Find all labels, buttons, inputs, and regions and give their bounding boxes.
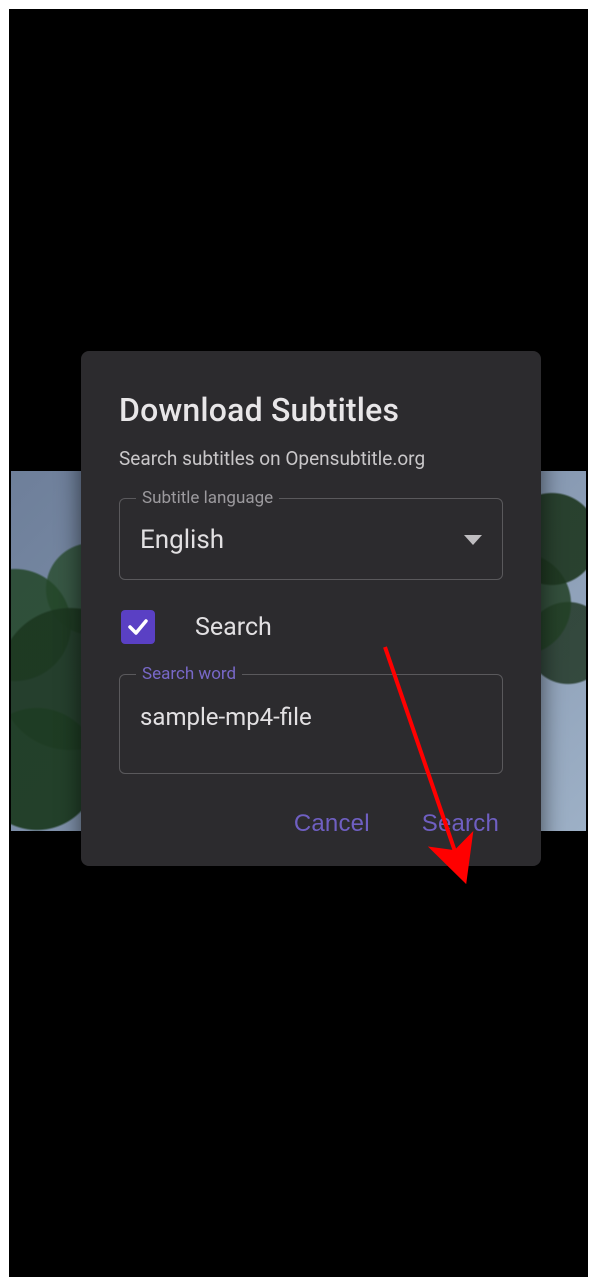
search-word-legend: Search word <box>136 664 242 684</box>
chevron-down-icon <box>464 535 482 545</box>
checkmark-icon <box>126 615 150 639</box>
search-checkbox-label: Search <box>195 613 272 642</box>
subtitle-language-legend: Subtitle language <box>136 488 279 508</box>
search-word-input[interactable]: Search word sample-mp4-file <box>119 674 503 774</box>
search-checkbox[interactable] <box>121 610 155 644</box>
app-frame: Download Subtitles Search subtitles on O… <box>9 9 588 1277</box>
dialog-button-row: Cancel Search <box>119 810 503 838</box>
dialog-subtitle: Search subtitles on Opensubtitle.org <box>119 447 503 470</box>
download-subtitles-dialog: Download Subtitles Search subtitles on O… <box>81 351 541 866</box>
dialog-title: Download Subtitles <box>119 391 503 429</box>
subtitle-language-value: English <box>140 525 224 555</box>
search-word-value: sample-mp4-file <box>140 701 482 749</box>
search-checkbox-row[interactable]: Search <box>119 610 503 644</box>
cancel-button[interactable]: Cancel <box>294 810 370 838</box>
subtitle-language-dropdown[interactable]: Subtitle language English <box>119 498 503 580</box>
search-button[interactable]: Search <box>422 810 499 838</box>
